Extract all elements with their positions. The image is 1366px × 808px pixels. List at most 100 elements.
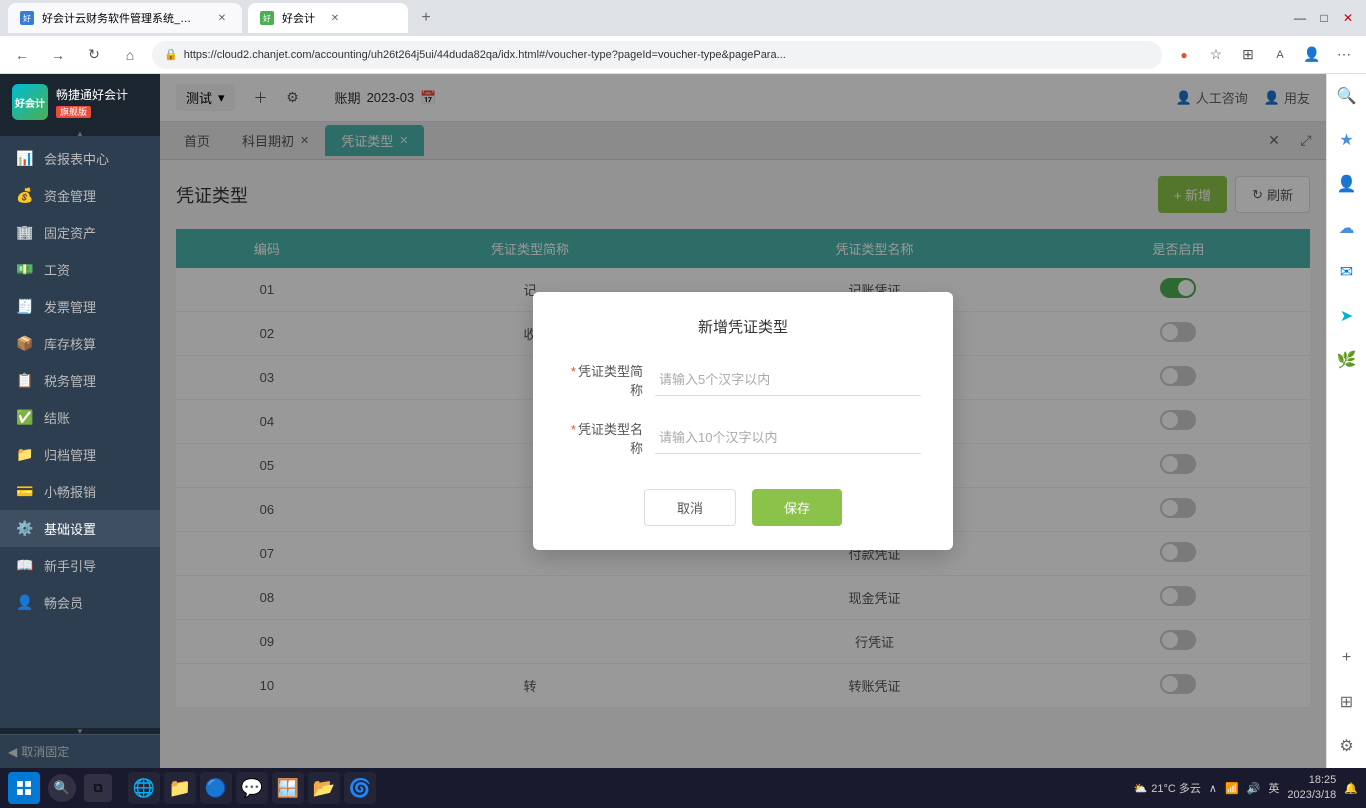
tab-search-icon[interactable]: ⊞ <box>1234 41 1262 69</box>
start-button[interactable] <box>8 772 40 804</box>
taskbar-store-icon[interactable]: 🪟 <box>272 772 304 804</box>
sidebar-item-label-guide: 新手引导 <box>44 556 96 575</box>
form-row-name: 凭证类型名称 <box>565 419 921 457</box>
taskbar-browser-icon[interactable]: 🌀 <box>344 772 376 804</box>
sidebar-item-label-tax: 税务管理 <box>44 371 96 390</box>
taskbar-folder-icon[interactable]: 📂 <box>308 772 340 804</box>
date-display: 2023/3/18 <box>1287 788 1336 803</box>
right-plus-icon[interactable]: + <box>1333 644 1361 672</box>
sidebar-item-guide[interactable]: 📖 新手引导 <box>0 547 160 584</box>
maximize-button[interactable]: □ <box>1314 8 1334 28</box>
right-arrow-icon[interactable]: ➤ <box>1333 302 1361 330</box>
new-tab-button[interactable]: + <box>414 6 438 30</box>
right-star-icon[interactable]: ★ <box>1333 126 1361 154</box>
sidebar-items: 📊 会报表中心 💰 资金管理 🏢 固定资产 💵 工资 🧾 发票管理 📦 <box>0 136 160 728</box>
cancel-fixed-button[interactable]: ◀ 取消固定 <box>0 734 160 768</box>
taskbar-clock[interactable]: 18:25 2023/3/18 <box>1287 773 1336 804</box>
tax-icon: 📋 <box>16 372 34 390</box>
fixed-assets-icon: 🏢 <box>16 224 34 242</box>
lock-icon: 🔒 <box>164 48 178 61</box>
sidebar-item-settings[interactable]: ⚙️ 基础设置 <box>0 510 160 547</box>
sidebar-item-salary[interactable]: 💵 工资 <box>0 251 160 288</box>
taskbar-wechat-icon[interactable]: 💬 <box>236 772 268 804</box>
weather-info: ⛅ 21°C 多云 <box>1134 780 1201 796</box>
right-user-icon[interactable]: 👤 <box>1333 170 1361 198</box>
browser-tab-2[interactable]: 好 好会计 ✕ <box>248 3 408 33</box>
settings-icon: ⚙️ <box>16 520 34 538</box>
taskbar-chrome-icon[interactable]: 🔵 <box>200 772 232 804</box>
time-display: 18:25 <box>1287 773 1336 788</box>
sidebar-item-invoice[interactable]: 🧾 发票管理 <box>0 288 160 325</box>
taskbar-edge-icon[interactable]: 🌐 <box>128 772 160 804</box>
sidebar-item-expense[interactable]: 💳 小畅报销 <box>0 473 160 510</box>
sidebar-item-label-salary: 工资 <box>44 260 70 279</box>
extensions-icon[interactable]: ● <box>1170 41 1198 69</box>
salary-icon: 💵 <box>16 261 34 279</box>
member-icon: 👤 <box>16 594 34 612</box>
taskbar-search-icon[interactable]: 🔍 <box>48 774 76 802</box>
modal-cancel-button[interactable]: 取消 <box>644 489 736 526</box>
sidebar-item-archive[interactable]: 📁 归档管理 <box>0 436 160 473</box>
right-gear-icon[interactable]: ⚙ <box>1333 732 1361 760</box>
sidebar-item-checkout[interactable]: ✅ 结账 <box>0 399 160 436</box>
capital-icon: 💰 <box>16 187 34 205</box>
browser-toolbar-icons: ● ☆ ⊞ A 👤 ⋯ <box>1170 41 1358 69</box>
close-button[interactable]: ✕ <box>1338 8 1358 28</box>
pin-icon: ◀ <box>8 745 17 759</box>
guide-icon: 📖 <box>16 557 34 575</box>
sidebar-item-label-capital: 资金管理 <box>44 186 96 205</box>
tab2-close[interactable]: ✕ <box>327 10 343 26</box>
right-leaf-icon[interactable]: 🌿 <box>1333 346 1361 374</box>
right-cloud-icon[interactable]: ☁ <box>1333 214 1361 242</box>
right-search-icon[interactable]: 🔍 <box>1333 82 1361 110</box>
taskbar-explorer-icon[interactable]: 📁 <box>164 772 196 804</box>
modal-save-button[interactable]: 保存 <box>752 489 842 526</box>
reload-button[interactable]: ↻ <box>80 41 108 69</box>
home-button[interactable]: ⌂ <box>116 41 144 69</box>
lang-indicator[interactable]: 英 <box>1268 780 1279 796</box>
sidebar-item-member[interactable]: 👤 畅会员 <box>0 584 160 621</box>
sidebar-item-label-dashboard: 会报表中心 <box>44 149 109 168</box>
task-view-icon[interactable]: ⧉ <box>84 774 112 802</box>
expense-icon: 💳 <box>16 483 34 501</box>
minimize-button[interactable]: — <box>1290 8 1310 28</box>
modal-title: 新增凭证类型 <box>565 316 921 337</box>
sidebar-item-dashboard[interactable]: 📊 会报表中心 <box>0 140 160 177</box>
tab2-label: 好会计 <box>282 10 315 26</box>
form-label-abbr: 凭证类型简称 <box>565 361 655 399</box>
bookmark-star-icon[interactable]: ☆ <box>1202 41 1230 69</box>
sidebar-item-inventory[interactable]: 📦 库存核算 <box>0 325 160 362</box>
url-bar[interactable]: 🔒 https://cloud2.chanjet.com/accounting/… <box>152 41 1162 69</box>
back-button[interactable]: ← <box>8 41 36 69</box>
taskbar-apps: 🌐 📁 🔵 💬 🪟 📂 🌀 <box>128 772 376 804</box>
sidebar-item-label-member: 畅会员 <box>44 593 83 612</box>
voucher-abbr-input[interactable] <box>655 364 921 396</box>
arrow-up-icon[interactable]: ∧ <box>1209 782 1217 795</box>
logo-name: 畅捷通好会计 <box>56 86 128 103</box>
tab1-close[interactable]: ✕ <box>214 10 230 26</box>
address-bar: ← → ↻ ⌂ 🔒 https://cloud2.chanjet.com/acc… <box>0 36 1366 74</box>
forward-button[interactable]: → <box>44 41 72 69</box>
network-icon[interactable]: 📶 <box>1225 782 1239 795</box>
more-icon[interactable]: ⋯ <box>1330 41 1358 69</box>
right-panel: 🔍 ★ 👤 ☁ ✉ ➤ 🌿 + ⊞ ⚙ <box>1326 74 1366 768</box>
sidebar-item-fixed-assets[interactable]: 🏢 固定资产 <box>0 214 160 251</box>
weather-text: 21°C 多云 <box>1151 780 1201 796</box>
right-outlook-icon[interactable]: ✉ <box>1333 258 1361 286</box>
sound-icon[interactable]: 🔊 <box>1247 782 1261 795</box>
sidebar-item-label-fixed-assets: 固定资产 <box>44 223 96 242</box>
tab1-favicon: 好 <box>20 11 34 25</box>
invoice-icon: 🧾 <box>16 298 34 316</box>
sidebar-item-capital[interactable]: 💰 资金管理 <box>0 177 160 214</box>
font-icon[interactable]: A <box>1266 41 1294 69</box>
browser-tab-1[interactable]: 好 好会计云财务软件管理系统_会计 ✕ <box>8 3 242 33</box>
notification-icon[interactable]: 🔔 <box>1344 782 1358 795</box>
logo-badge: 旗舰版 <box>56 103 128 118</box>
right-grid-icon[interactable]: ⊞ <box>1333 688 1361 716</box>
sidebar-item-tax[interactable]: 📋 税务管理 <box>0 362 160 399</box>
voucher-name-input[interactable] <box>655 422 921 454</box>
profile-icon[interactable]: 👤 <box>1298 41 1326 69</box>
sidebar-item-label-expense: 小畅报销 <box>44 482 96 501</box>
logo-text: 畅捷通好会计 旗舰版 <box>56 86 128 118</box>
url-text: https://cloud2.chanjet.com/accounting/uh… <box>184 49 786 61</box>
